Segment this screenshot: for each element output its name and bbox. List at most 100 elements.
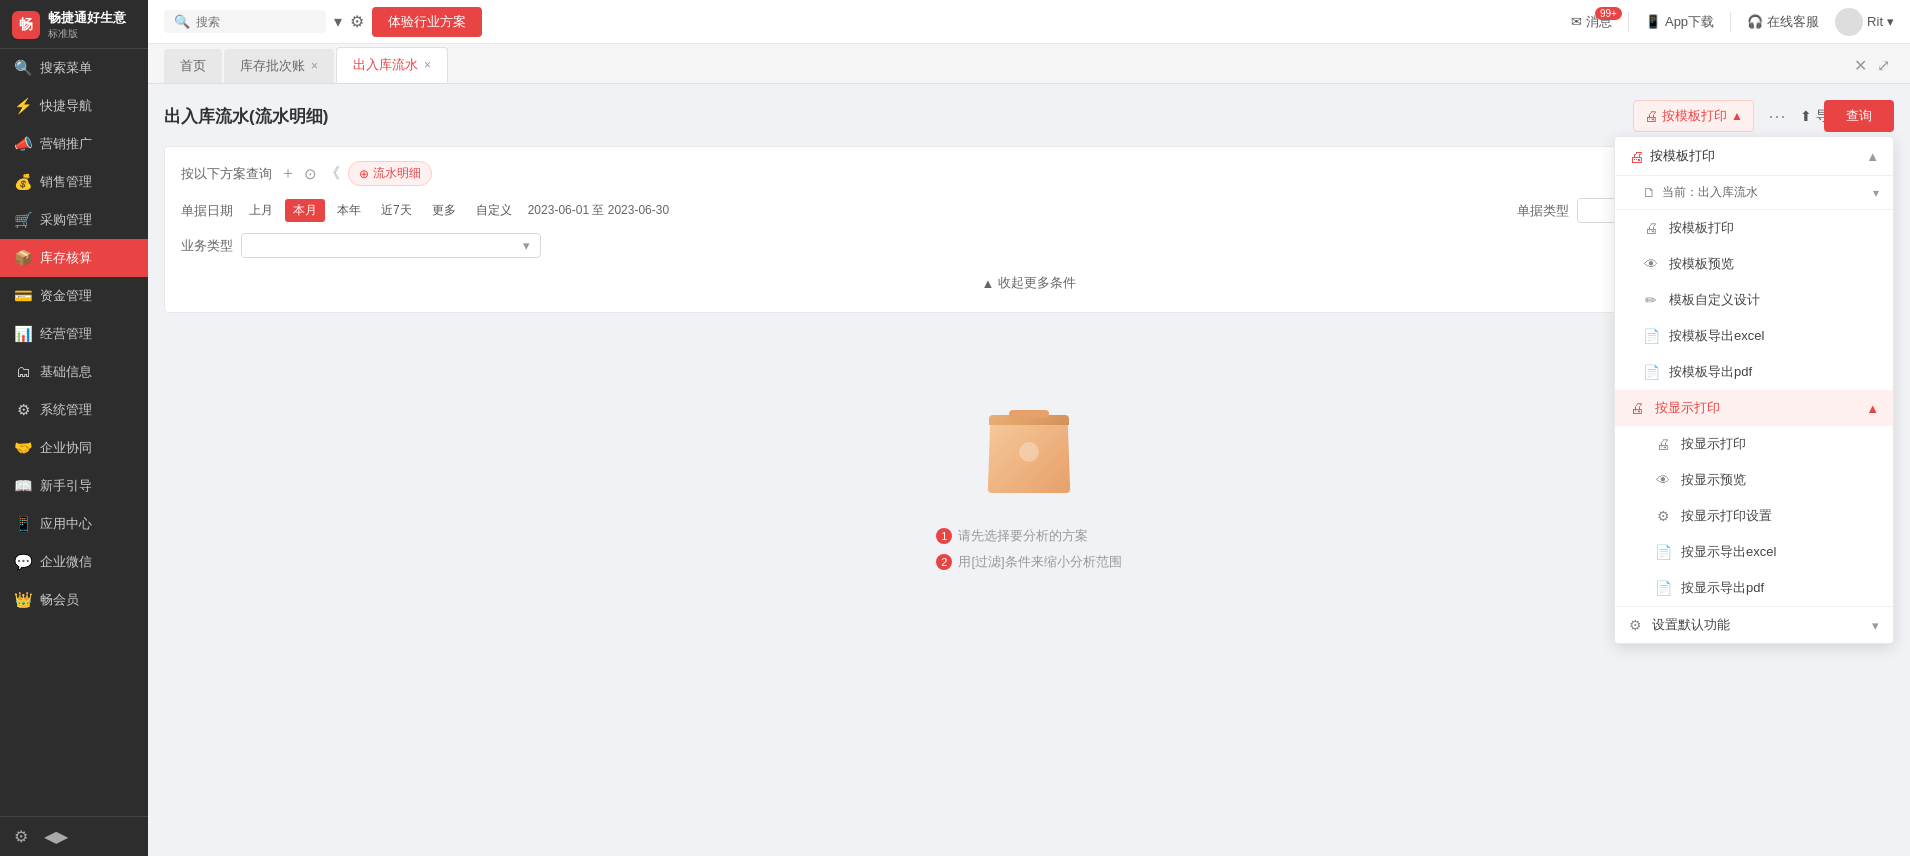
collapse-label: 收起更多条件 [998, 274, 1076, 292]
print-menu-display-settings[interactable]: ⚙ 按显示打印设置 [1615, 498, 1893, 534]
topbar-left: 🔍 ▾ ⚙ 体验行业方案 [164, 7, 1561, 37]
print-dropdown-footer[interactable]: ⚙ 设置默认功能 ▾ [1615, 606, 1893, 643]
filter-tag-icon: ⊕ [359, 167, 369, 181]
brand-name: 畅捷通好生意 [48, 10, 126, 27]
sidebar-item-finance[interactable]: 💳 资金管理 [0, 277, 148, 315]
industry-btn[interactable]: 体验行业方案 [372, 7, 482, 37]
sidebar-item-appcenter[interactable]: 📱 应用中心 [0, 505, 148, 543]
sidebar-item-label: 快捷导航 [40, 97, 92, 115]
biztype-select[interactable]: ▾ [241, 233, 541, 258]
message-btn[interactable]: ✉ 消息 99+ [1571, 13, 1612, 31]
sidebar-item-member[interactable]: 👑 畅会员 [0, 581, 148, 619]
template-print-icon: 🖨 [1643, 220, 1659, 236]
date-option-this-month[interactable]: 本月 [285, 199, 325, 222]
sidebar-item-operation[interactable]: 📊 经营管理 [0, 315, 148, 353]
topbar-search-box[interactable]: 🔍 [164, 10, 326, 33]
print-current-label: 当前：出入库流水 [1662, 184, 1758, 201]
tab-inout-flow-close[interactable]: × [424, 58, 431, 72]
date-label: 单据日期 [181, 202, 233, 220]
print-menu-display-pdf[interactable]: 📄 按显示导出pdf [1615, 570, 1893, 606]
biztype-label: 业务类型 [181, 237, 233, 255]
print-menu-display-print[interactable]: 🖨 按显示打印 [1615, 426, 1893, 462]
print-menu-template-preview[interactable]: 👁 按模板预览 [1615, 246, 1893, 282]
brand-info: 畅捷通好生意 标准版 [48, 10, 126, 40]
tab-inventory-batch-close[interactable]: × [311, 59, 318, 73]
display-print-label: 按显示打印 [1681, 435, 1746, 453]
appcenter-icon: 📱 [14, 515, 32, 533]
section-collapse-icon[interactable]: ▲ [1866, 401, 1879, 416]
print-menu-template-print[interactable]: 🖨 按模板打印 [1615, 210, 1893, 246]
date-option-7-days[interactable]: 近7天 [373, 199, 420, 222]
date-option-last-month[interactable]: 上月 [241, 199, 281, 222]
tab-home[interactable]: 首页 [164, 49, 222, 83]
date-option-more[interactable]: 更多 [424, 199, 464, 222]
filter-collapse-left-icon[interactable]: 《 [325, 164, 340, 183]
filter-add-icon[interactable]: ＋ [280, 163, 296, 184]
guide-icon: 📖 [14, 477, 32, 495]
more-actions-icon[interactable]: ⋯ [1764, 105, 1790, 127]
page-title: 出入库流水(流水明细) [164, 105, 328, 128]
display-print-section-header[interactable]: 🖨 按显示打印 ▲ [1615, 390, 1893, 426]
footer-arrow-icon: ▾ [1872, 618, 1879, 633]
sidebar-item-system[interactable]: ⚙ 系统管理 [0, 391, 148, 429]
sidebar-item-search[interactable]: 🔍 搜索菜单 [0, 49, 148, 87]
sidebar-item-label: 资金管理 [40, 287, 92, 305]
sidebar-item-basic[interactable]: 🗂 基础信息 [0, 353, 148, 391]
main-area: 🔍 ▾ ⚙ 体验行业方案 ✉ 消息 99+ 📱 App下载 [148, 0, 1910, 856]
sidebar-item-wechat[interactable]: 💬 企业微信 [0, 543, 148, 581]
tab-inventory-batch[interactable]: 库存批次账 × [224, 49, 334, 83]
print-current-template[interactable]: 🗋 当前：出入库流水 ▾ [1615, 176, 1893, 210]
phone-icon: 📱 [1645, 14, 1661, 29]
print-chevron-up-icon[interactable]: ▲ [1731, 109, 1743, 123]
collapse-sidebar-icon[interactable]: ◀▶ [44, 827, 68, 846]
tab-expand-icon[interactable]: ⤢ [1873, 48, 1894, 83]
printer-header-icon: 🖨 [1629, 148, 1644, 165]
username-label: Rit [1867, 14, 1883, 29]
settings-default-label: 设置默认功能 [1652, 616, 1730, 634]
settings-footer-icon[interactable]: ⚙ [14, 827, 28, 846]
topbar-divider2 [1730, 12, 1731, 32]
sidebar-item-label: 新手引导 [40, 477, 92, 495]
topbar-gear-icon[interactable]: ⚙ [350, 12, 364, 31]
display-preview-icon: 👁 [1655, 472, 1671, 488]
print-menu-template-custom[interactable]: ✏ 模板自定义设计 [1615, 282, 1893, 318]
topbar-chevron-icon[interactable]: ▾ [334, 12, 342, 31]
settings-default-icon: ⚙ [1629, 617, 1642, 633]
sidebar-item-purchase[interactable]: 🛒 采购管理 [0, 201, 148, 239]
filter-settings-icon[interactable]: ⊙ [304, 165, 317, 183]
date-option-this-year[interactable]: 本年 [329, 199, 369, 222]
sidebar-item-shortcut[interactable]: ⚡ 快捷导航 [0, 87, 148, 125]
sidebar-item-label: 经营管理 [40, 325, 92, 343]
search-input[interactable] [196, 15, 316, 29]
empty-step-1: 1 请先选择要分析的方案 [936, 523, 1121, 549]
user-profile-btn[interactable]: Rit ▾ [1835, 8, 1894, 36]
date-option-custom[interactable]: 自定义 [468, 199, 520, 222]
print-menu-display-excel[interactable]: 📄 按显示导出excel [1615, 534, 1893, 570]
online-service-btn[interactable]: 🎧 在线客服 [1747, 13, 1819, 31]
filter-active-tag[interactable]: ⊕ 流水明细 [348, 161, 432, 186]
app-download-btn[interactable]: 📱 App下载 [1645, 13, 1714, 31]
print-menu-template-pdf[interactable]: 📄 按模板导出pdf [1615, 354, 1893, 390]
print-template-label: 按模板打印 [1662, 107, 1727, 125]
print-template-btn[interactable]: 🖨 按模板打印 ▲ [1633, 100, 1754, 132]
sidebar-item-inventory[interactable]: 📦 库存核算 [0, 239, 148, 277]
query-button[interactable]: 查询 [1824, 100, 1894, 132]
print-menu-template-excel[interactable]: 📄 按模板导出excel [1615, 318, 1893, 354]
display-preview-label: 按显示预览 [1681, 471, 1746, 489]
dropdown-collapse-icon[interactable]: ▲ [1866, 149, 1879, 164]
headset-icon: 🎧 [1747, 14, 1763, 29]
print-menu-display-preview[interactable]: 👁 按显示预览 [1615, 462, 1893, 498]
tab-close-all-icon[interactable]: ✕ [1850, 48, 1871, 83]
tab-inout-flow-label: 出入库流水 [353, 56, 418, 74]
inventory-icon: 📦 [14, 249, 32, 267]
avatar [1835, 8, 1863, 36]
tab-inout-flow[interactable]: 出入库流水 × [336, 47, 448, 83]
sidebar-item-guide[interactable]: 📖 新手引导 [0, 467, 148, 505]
sidebar-item-collab[interactable]: 🤝 企业协同 [0, 429, 148, 467]
page-header: 出入库流水(流水明细) 🖨 按模板打印 ▲ ⋯ ⬆ 导出 [164, 100, 1894, 132]
topbar: 🔍 ▾ ⚙ 体验行业方案 ✉ 消息 99+ 📱 App下载 [148, 0, 1910, 44]
sidebar-item-label: 应用中心 [40, 515, 92, 533]
sidebar-item-marketing[interactable]: 📣 营销推广 [0, 125, 148, 163]
display-excel-label: 按显示导出excel [1681, 543, 1776, 561]
sidebar-item-sales[interactable]: 💰 销售管理 [0, 163, 148, 201]
